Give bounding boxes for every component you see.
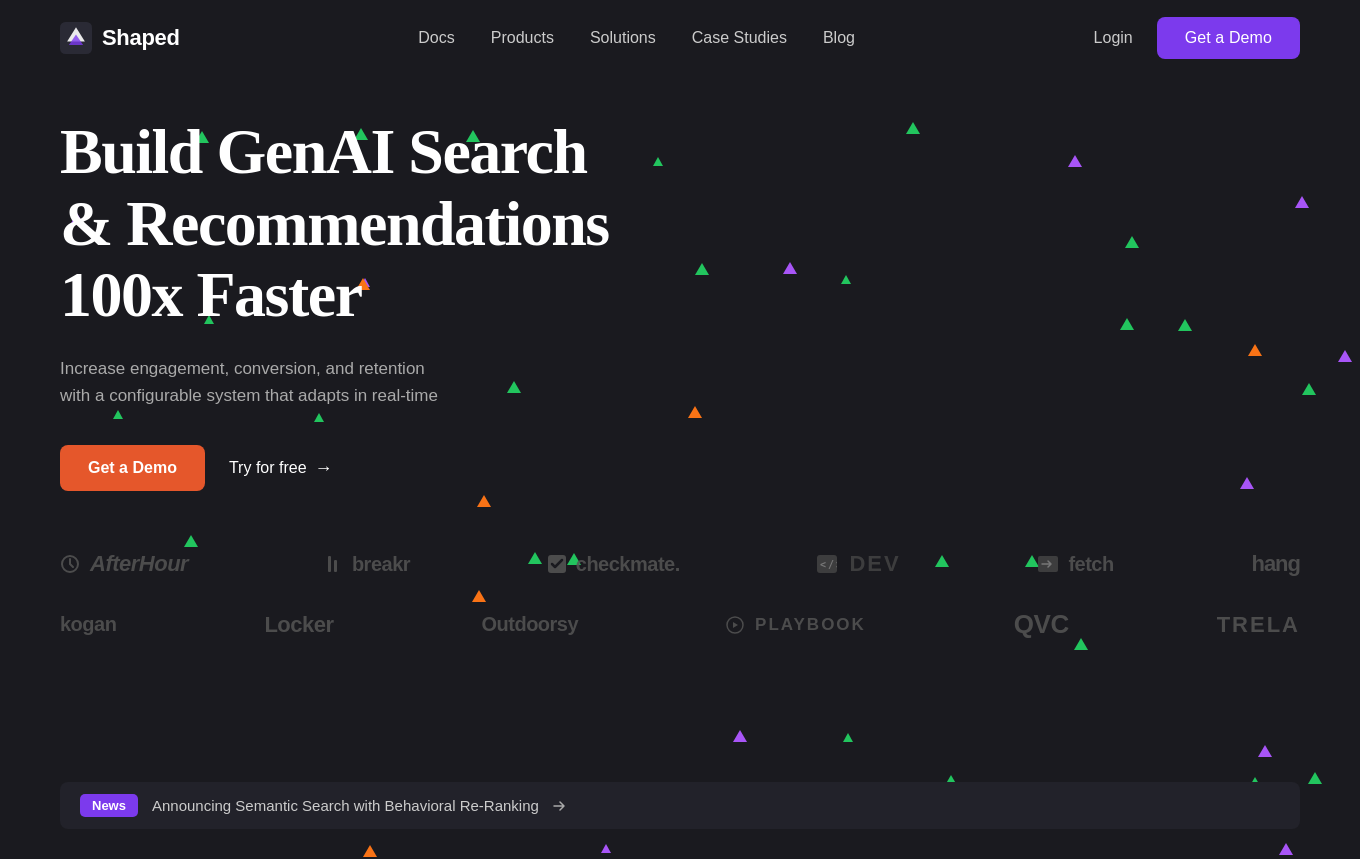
hero-sub-line1: Increase engagement, conversion, and ret…	[60, 359, 425, 378]
nav-blog[interactable]: Blog	[823, 29, 855, 46]
logo-trela: TRELA	[1217, 612, 1300, 638]
logo-dev: </> DEV	[817, 551, 900, 577]
logo-playbook: PLAYBOOK	[726, 615, 866, 635]
logo-breakr: breakr	[326, 553, 410, 576]
try-free-arrow: →	[315, 458, 333, 479]
hero-headline: Build GenAI Search & Recommendations 100…	[60, 116, 640, 331]
nav-docs[interactable]: Docs	[418, 29, 454, 46]
logo-afterhour: AfterHour	[60, 551, 188, 577]
try-free-link[interactable]: Try for free →	[229, 458, 333, 479]
try-free-label: Try for free	[229, 459, 307, 477]
news-badge: News	[80, 794, 138, 817]
svg-text:</>: </>	[820, 559, 837, 570]
nav-right: Login Get a Demo	[1094, 17, 1300, 59]
logos-row-1: AfterHour breakr checkmate. </> DEV fetc…	[60, 551, 1300, 577]
logo-checkmate: checkmate.	[548, 553, 680, 576]
nav-products[interactable]: Products	[491, 29, 554, 46]
logos-section: AfterHour breakr checkmate. </> DEV fetc…	[0, 491, 1360, 692]
hero-subtext: Increase engagement, conversion, and ret…	[60, 355, 500, 409]
get-demo-nav-button[interactable]: Get a Demo	[1157, 17, 1300, 59]
nav-case-studies[interactable]: Case Studies	[692, 29, 787, 46]
svg-rect-5	[334, 560, 337, 572]
logos-row-2: kogan Locker Outdoorsy PLAYBOOK QVC TREL…	[60, 609, 1300, 640]
hero-sub-line2: with a configurable system that adapts i…	[60, 386, 438, 405]
svg-rect-4	[328, 556, 331, 572]
navbar: Shaped Docs Products Solutions Case Stud…	[0, 0, 1360, 76]
hero-actions: Get a Demo Try for free →	[60, 445, 1300, 491]
nav-links: Docs Products Solutions Case Studies Blo…	[418, 29, 855, 47]
news-bar: News Announcing Semantic Search with Beh…	[0, 782, 1360, 829]
nav-solutions[interactable]: Solutions	[590, 29, 656, 46]
logo-outdoorsy: Outdoorsy	[482, 613, 579, 636]
logo-link[interactable]: Shaped	[60, 22, 180, 54]
news-text: Announcing Semantic Search with Behavior…	[152, 797, 565, 815]
logo-hang: hang	[1251, 551, 1300, 577]
logo-fetch: fetch	[1038, 553, 1113, 576]
logo-text: Shaped	[102, 25, 180, 51]
login-link[interactable]: Login	[1094, 29, 1133, 47]
hero-section: Build GenAI Search & Recommendations 100…	[0, 76, 1360, 491]
logo-qvc: QVC	[1014, 609, 1069, 640]
get-demo-hero-button[interactable]: Get a Demo	[60, 445, 205, 491]
shaped-logo-icon	[60, 22, 92, 54]
news-arrow	[547, 797, 565, 814]
news-inner[interactable]: News Announcing Semantic Search with Beh…	[60, 782, 1300, 829]
logo-kogan: kogan	[60, 613, 116, 636]
logo-locker: Locker	[264, 612, 333, 638]
